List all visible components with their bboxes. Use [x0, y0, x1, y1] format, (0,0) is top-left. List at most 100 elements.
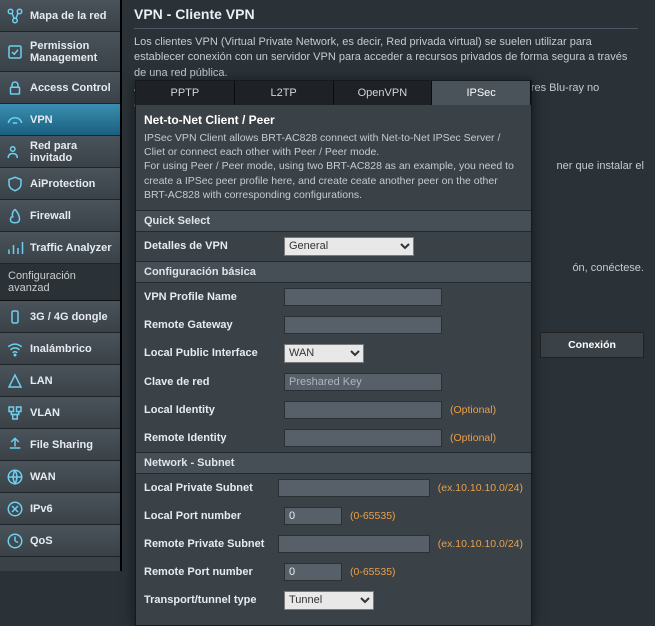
sidebar-item-network-map[interactable]: Mapa de la red: [0, 0, 120, 32]
fire-icon: [6, 207, 24, 225]
input-remote-private-subnet[interactable]: [278, 535, 430, 553]
label-local-port: Local Port number: [144, 510, 276, 522]
select-local-public-if[interactable]: WAN: [284, 344, 364, 363]
sidebar-item-wan[interactable]: WAN: [0, 461, 120, 493]
sidebar-item-firewall[interactable]: Firewall: [0, 200, 120, 232]
input-remote-gateway[interactable]: [284, 316, 442, 334]
panel-title: Net-to-Net Client / Peer: [144, 113, 523, 127]
tab-ipsec[interactable]: IPSec: [432, 81, 531, 105]
right-text: ón, conéctese.: [540, 262, 644, 274]
right-pane: ner que instalar el ón, conéctese. Conex…: [540, 160, 644, 358]
tab-openvpn[interactable]: OpenVPN: [334, 81, 433, 105]
hint-subnet-ex: (ex.10.10.10.0/24): [438, 482, 523, 494]
sidebar-item-access-control[interactable]: Access Control: [0, 72, 120, 104]
hint-optional: (Optional): [450, 404, 496, 416]
label-remote-port: Remote Port number: [144, 566, 276, 578]
hint-subnet-ex: (ex.10.10.10.0/24): [438, 538, 523, 550]
select-vpn-details[interactable]: General: [284, 237, 414, 256]
label-remote-gateway: Remote Gateway: [144, 319, 276, 331]
sidebar-item-label: LAN: [30, 375, 53, 387]
row-local-private-subnet: Local Private Subnet (ex.10.10.10.0/24): [136, 474, 531, 502]
row-preshared-key: Clave de red: [136, 368, 531, 396]
sidebar-item-label: Traffic Analyzer: [30, 242, 112, 254]
hint-port-range: (0-65535): [350, 566, 396, 578]
row-tunnel-type: Transport/tunnel type Tunnel: [136, 586, 531, 615]
sidebar-item-vpn[interactable]: VPN: [0, 104, 120, 136]
lock-icon: [6, 79, 24, 97]
row-local-identity: Local Identity (Optional): [136, 396, 531, 424]
connection-header: Conexión: [540, 332, 644, 358]
sidebar-item-guest-network[interactable]: Red para invitado: [0, 136, 120, 168]
input-remote-port[interactable]: [284, 563, 342, 581]
label-local-identity: Local Identity: [144, 404, 276, 416]
input-local-port[interactable]: [284, 507, 342, 525]
row-remote-port: Remote Port number (0-65535): [136, 558, 531, 586]
sidebar: Mapa de la red Permission Management Acc…: [0, 0, 122, 571]
wifi-icon: [6, 340, 24, 358]
row-profile-name: VPN Profile Name: [136, 283, 531, 311]
vlan-icon: [6, 404, 24, 422]
sidebar-item-label: VLAN: [30, 407, 60, 419]
select-tunnel-type[interactable]: Tunnel: [284, 591, 374, 610]
sidebar-item-label: IPv6: [30, 503, 53, 515]
lan-icon: [6, 372, 24, 390]
sidebar-item-label: QoS: [30, 535, 53, 547]
tab-pptp[interactable]: PPTP: [136, 81, 235, 105]
sidebar-item-aiprotection[interactable]: AiProtection: [0, 168, 120, 200]
usb-icon: [6, 308, 24, 326]
sidebar-item-3g4g[interactable]: 3G / 4G dongle: [0, 301, 120, 333]
input-preshared-key[interactable]: [284, 373, 442, 391]
quick-select-header: Quick Select: [136, 210, 531, 232]
row-remote-identity: Remote Identity (Optional): [136, 424, 531, 452]
page-title: VPN - Cliente VPN: [134, 6, 638, 22]
guest-icon: [6, 143, 24, 161]
input-local-private-subnet[interactable]: [278, 479, 430, 497]
sidebar-item-label: Inalámbrico: [30, 343, 92, 355]
permission-icon: [6, 43, 24, 61]
label-tunnel-type: Transport/tunnel type: [144, 594, 276, 606]
basic-config-header: Configuración básica: [136, 261, 531, 283]
row-remote-private-subnet: Remote Private Subnet (ex.10.10.10.0/24): [136, 530, 531, 558]
sidebar-item-label: Firewall: [30, 210, 71, 222]
input-local-identity[interactable]: [284, 401, 442, 419]
label-local-private-subnet: Local Private Subnet: [144, 482, 270, 494]
sidebar-item-traffic[interactable]: Traffic Analyzer: [0, 232, 120, 264]
sidebar-item-label: WAN: [30, 471, 56, 483]
sidebar-item-file-sharing[interactable]: File Sharing: [0, 429, 120, 461]
traffic-icon: [6, 239, 24, 257]
label-preshared-key: Clave de red: [144, 376, 276, 388]
network-icon: [6, 7, 24, 25]
sidebar-item-lan[interactable]: LAN: [0, 365, 120, 397]
sidebar-item-wireless[interactable]: Inalámbrico: [0, 333, 120, 365]
row-vpn-details: Detalles de VPN General: [136, 232, 531, 261]
label-remote-identity: Remote Identity: [144, 432, 276, 444]
sidebar-item-vlan[interactable]: VLAN: [0, 397, 120, 429]
sidebar-item-label: 3G / 4G dongle: [30, 311, 108, 323]
label-profile-name: VPN Profile Name: [144, 291, 276, 303]
network-subnet-header: Network - Subnet: [136, 452, 531, 474]
sidebar-item-label: AiProtection: [30, 178, 95, 190]
row-local-public-interface: Local Public Interface WAN: [136, 339, 531, 368]
intro-overflow: ner que instalar el: [540, 160, 644, 172]
sidebar-item-qos[interactable]: QoS: [0, 525, 120, 557]
row-remote-gateway: Remote Gateway: [136, 311, 531, 339]
sidebar-item-label: VPN: [30, 114, 53, 126]
hint-optional: (Optional): [450, 432, 496, 444]
tab-l2tp[interactable]: L2TP: [235, 81, 334, 105]
ipv6-icon: [6, 500, 24, 518]
sidebar-item-permission[interactable]: Permission Management: [0, 32, 120, 72]
input-profile-name[interactable]: [284, 288, 442, 306]
globe-icon: [6, 468, 24, 486]
sidebar-item-label: Mapa de la red: [30, 10, 106, 22]
sidebar-item-label: Access Control: [30, 82, 111, 94]
sidebar-item-ipv6[interactable]: IPv6: [0, 493, 120, 525]
protocol-tabs: PPTP L2TP OpenVPN IPSec: [136, 81, 531, 105]
shield-icon: [6, 175, 24, 193]
vpn-icon: [6, 111, 24, 129]
sidebar-item-label: File Sharing: [30, 439, 93, 451]
input-remote-identity[interactable]: [284, 429, 442, 447]
intro-line1: Los clientes VPN (Virtual Private Networ…: [134, 35, 638, 81]
qos-icon: [6, 532, 24, 550]
row-local-port: Local Port number (0-65535): [136, 502, 531, 530]
label-vpn-details: Detalles de VPN: [144, 240, 276, 252]
